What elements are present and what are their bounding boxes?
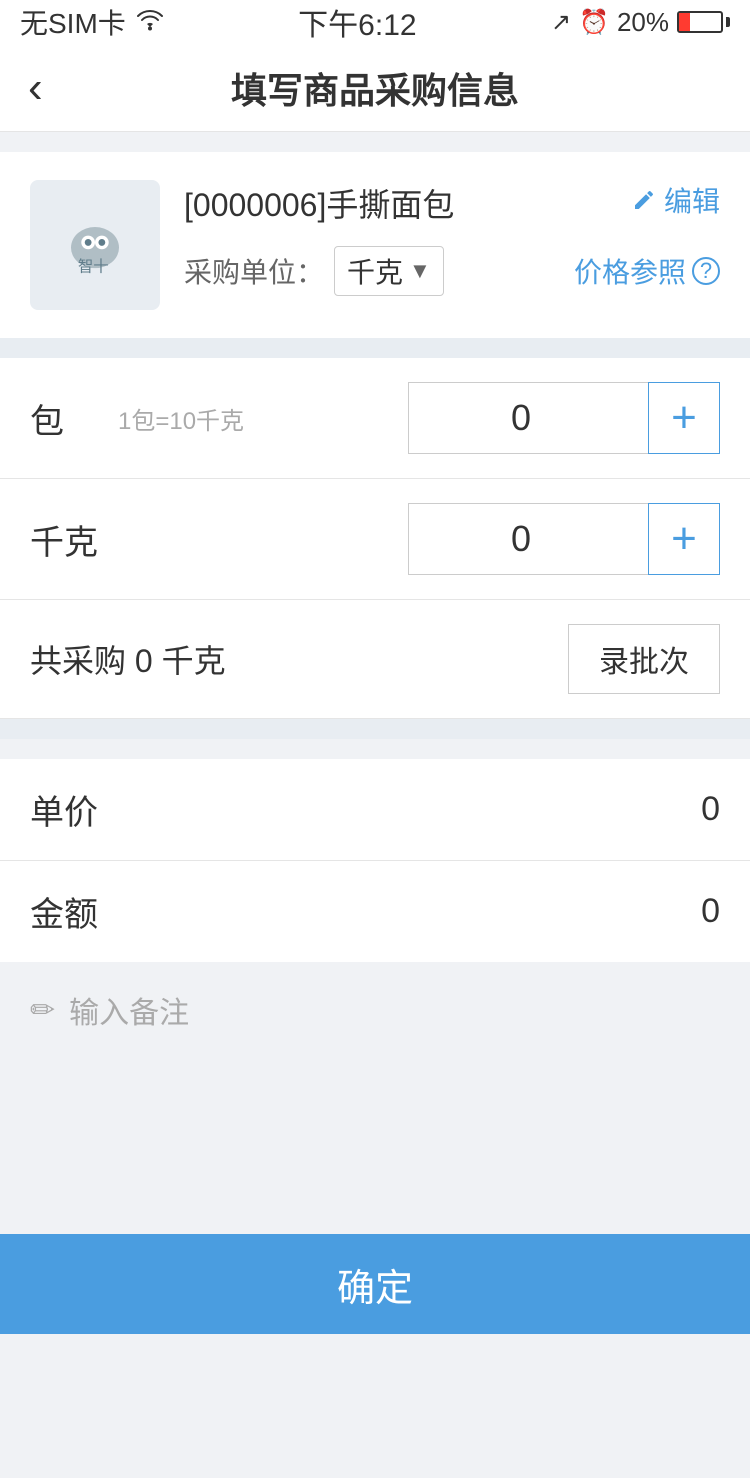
bag-sub-label: 1包=10千克 [118, 401, 244, 436]
bag-input-control: + [244, 382, 720, 454]
unit-price-row: 单价 0 [0, 759, 750, 861]
battery-percent: 20% [617, 7, 669, 38]
unit-price-label: 单价 [30, 785, 98, 834]
confirm-button-label: 确定 [337, 1257, 413, 1312]
remarks-section[interactable]: ✏ 输入备注 [0, 962, 750, 1058]
carrier-label: 无SIM卡 [20, 2, 126, 42]
bag-qty-input[interactable] [408, 382, 648, 454]
svg-text:智十: 智十 [78, 258, 109, 275]
gps-icon: ↗ [551, 8, 571, 37]
wifi-icon [136, 6, 164, 38]
price-ref-button[interactable]: 价格参照 ? [574, 251, 720, 291]
product-image: 智十 [30, 180, 160, 310]
unit-price-value: 0 [701, 790, 720, 829]
amount-label: 金额 [30, 887, 98, 936]
bag-label: 包 [30, 394, 110, 443]
kg-input-control: + [110, 503, 720, 575]
summary-row: 共采购 0 千克 录批次 [0, 599, 750, 719]
summary-text: 共采购 0 千克 [30, 636, 226, 682]
kg-input-row: 千克 + [0, 479, 750, 599]
amount-value: 0 [701, 892, 720, 931]
kg-label: 千克 [30, 515, 110, 564]
amount-row: 金额 0 [0, 861, 750, 962]
price-ref-question-icon: ? [692, 257, 720, 285]
input-section: 包 1包=10千克 + 千克 + [0, 358, 750, 599]
section-divider-2 [0, 719, 750, 739]
dropdown-arrow-icon: ▼ [409, 258, 431, 284]
kg-qty-input[interactable] [408, 503, 648, 575]
time-label: 下午6:12 [298, 0, 416, 44]
product-name: [0000006]手撕面包 [184, 180, 454, 226]
alarm-icon: ⏰ [579, 8, 609, 37]
section-divider-1 [0, 338, 750, 358]
nav-bar: ‹ 填写商品采购信息 [0, 44, 750, 132]
status-right: ↗ ⏰ 20% [551, 7, 730, 38]
bag-plus-button[interactable]: + [648, 382, 720, 454]
product-card: 智十 [0000006]手撕面包 编辑 采购单位： [0, 152, 750, 338]
battery-icon [677, 11, 730, 33]
edit-button[interactable]: 编辑 [632, 180, 720, 220]
page-title: 填写商品采购信息 [231, 62, 519, 114]
back-button[interactable]: ‹ [28, 66, 43, 110]
product-logo: 智十 [55, 215, 135, 275]
purchase-unit-label: 采购单位： [184, 251, 324, 291]
pencil-icon: ✏ [30, 993, 55, 1028]
price-section: 单价 0 金额 0 [0, 759, 750, 962]
status-bar: 无SIM卡 下午6:12 ↗ ⏰ 20% [0, 0, 750, 44]
batch-button[interactable]: 录批次 [568, 624, 720, 694]
bag-input-row: 包 1包=10千克 + [0, 358, 750, 479]
product-info: [0000006]手撕面包 编辑 采购单位： 千克 ▼ [184, 180, 720, 296]
status-left: 无SIM卡 [20, 2, 164, 42]
unit-select[interactable]: 千克 ▼ [334, 246, 444, 296]
confirm-button[interactable]: 确定 [0, 1234, 750, 1334]
remarks-placeholder: 输入备注 [69, 988, 189, 1032]
kg-plus-button[interactable]: + [648, 503, 720, 575]
